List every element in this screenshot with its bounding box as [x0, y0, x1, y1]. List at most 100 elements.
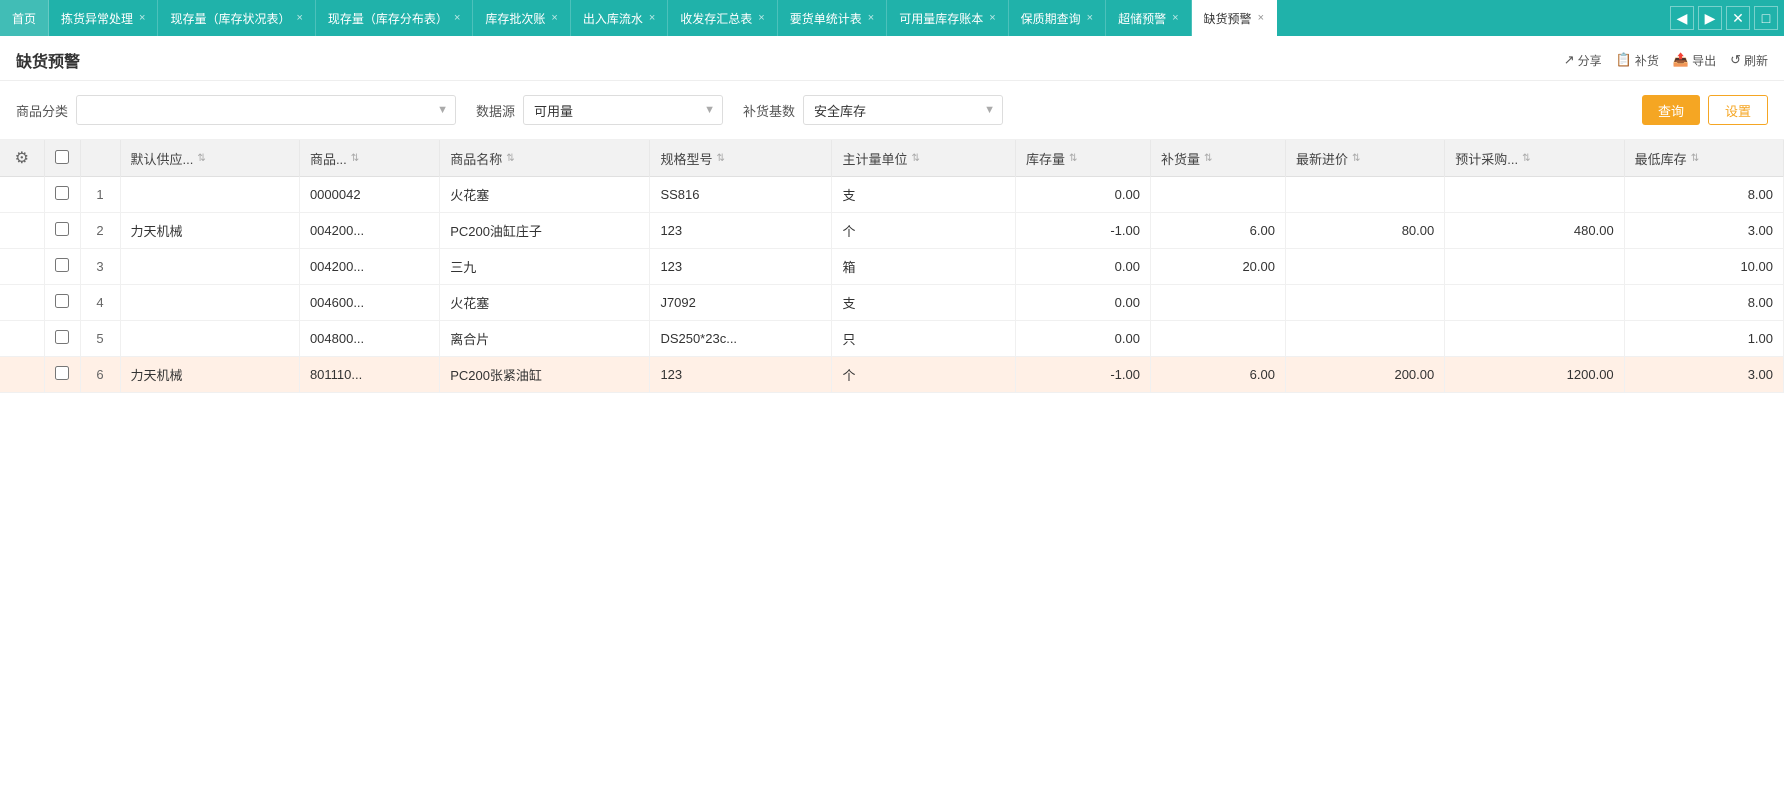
share-button[interactable]: ↗ 分享	[1564, 52, 1602, 69]
row-unit: 个	[832, 213, 1016, 249]
row-stock: -1.00	[1015, 357, 1150, 393]
row-supplier: 力天机械	[120, 213, 299, 249]
tab-home[interactable]: 首页	[0, 0, 49, 36]
row-checkbox-3[interactable]	[55, 294, 69, 308]
row-spec: J7092	[650, 285, 832, 321]
replenish-button[interactable]: 📋 补货	[1616, 52, 1659, 69]
row-replenish: 20.00	[1150, 249, 1285, 285]
filter-bar: 商品分类 ▼ 数据源 ▼ 补货基数 ▼ 查询 设置	[0, 81, 1784, 140]
tab-collect-summary[interactable]: 收发存汇总表 ×	[668, 0, 777, 36]
row-replenish	[1150, 285, 1285, 321]
col-est-purchase-label: 预计采购...	[1455, 149, 1518, 168]
row-latest-price: 200.00	[1285, 357, 1444, 393]
tab-expiry-query[interactable]: 保质期查询 ×	[1009, 0, 1106, 36]
tab-prev-button[interactable]: ◀	[1670, 6, 1694, 30]
tab-inventory-status[interactable]: 现存量（库存状况表） ×	[158, 0, 315, 36]
close-tab-inout-flow[interactable]: ×	[649, 12, 655, 24]
row-unit: 箱	[832, 249, 1016, 285]
close-tab-demand-stat[interactable]: ×	[868, 12, 874, 24]
row-number: 5	[80, 321, 120, 357]
product-code-sort-icon: ⇅	[351, 153, 359, 164]
row-checkbox-0[interactable]	[55, 186, 69, 200]
row-replenish	[1150, 321, 1285, 357]
row-replenish	[1150, 177, 1285, 213]
tab-exception[interactable]: 拣货异常处理 ×	[49, 0, 158, 36]
col-spec-label: 规格型号	[660, 149, 712, 168]
row-number: 3	[80, 249, 120, 285]
close-tab-available-ledger[interactable]: ×	[989, 12, 995, 24]
col-latest-price-header[interactable]: 最新进价 ⇅	[1285, 140, 1444, 177]
tab-batch-account[interactable]: 库存批次账 ×	[473, 0, 570, 36]
close-tab-overstock-warning[interactable]: ×	[1172, 12, 1178, 24]
close-tab-exception[interactable]: ×	[139, 12, 145, 24]
row-checkbox-1[interactable]	[55, 222, 69, 236]
row-checkbox-5[interactable]	[55, 366, 69, 380]
row-number: 2	[80, 213, 120, 249]
row-replenish: 6.00	[1150, 213, 1285, 249]
close-tab-batch-account[interactable]: ×	[551, 12, 557, 24]
tab-expand-button[interactable]: □	[1754, 6, 1778, 30]
stock-sort-icon: ⇅	[1069, 153, 1077, 164]
tab-close-button[interactable]: ✕	[1726, 6, 1750, 30]
product-name-sort-icon: ⇅	[506, 153, 514, 164]
row-latest-price	[1285, 321, 1444, 357]
row-product-name: 火花塞	[440, 285, 650, 321]
tab-overstock-warning[interactable]: 超储预警 ×	[1106, 0, 1191, 36]
table-gear-icon[interactable]: ⚙	[15, 148, 29, 168]
replenish-base-input[interactable]	[803, 95, 1003, 125]
row-latest-price	[1285, 285, 1444, 321]
tab-inventory-dist[interactable]: 现存量（库存分布表） ×	[316, 0, 473, 36]
tab-next-button[interactable]: ▶	[1698, 6, 1722, 30]
row-est-purchase	[1445, 321, 1624, 357]
col-gear: ⚙	[0, 140, 44, 177]
export-button[interactable]: 📤 导出	[1673, 52, 1716, 69]
col-replenish-header[interactable]: 补货量 ⇅	[1150, 140, 1285, 177]
tab-inout-flow[interactable]: 出入库流水 ×	[571, 0, 668, 36]
row-product-code: 0000042	[299, 177, 439, 213]
close-tab-collect-summary[interactable]: ×	[758, 12, 764, 24]
close-tab-shortage-warning[interactable]: ×	[1258, 12, 1264, 24]
tab-available-ledger[interactable]: 可用量库存账本 ×	[887, 0, 1008, 36]
row-min-stock: 10.00	[1624, 249, 1783, 285]
row-checkbox-4[interactable]	[55, 330, 69, 344]
row-min-stock: 3.00	[1624, 213, 1783, 249]
table-row: 4 004600... 火花塞 J7092 支 0.00 8.00	[0, 285, 1784, 321]
supplier-sort-icon: ⇅	[197, 153, 205, 164]
category-input[interactable]	[76, 95, 456, 125]
replenish-base-label: 补货基数	[743, 101, 795, 120]
row-spec: 123	[650, 249, 832, 285]
close-tab-inventory-dist[interactable]: ×	[454, 12, 460, 24]
row-product-name: PC200油缸庄子	[440, 213, 650, 249]
data-table: ⚙ 默认供应... ⇅ 商品...	[0, 140, 1784, 393]
tab-demand-stat[interactable]: 要货单统计表 ×	[778, 0, 887, 36]
row-min-stock: 3.00	[1624, 357, 1783, 393]
category-select-wrapper: ▼	[76, 95, 456, 125]
min-stock-sort-icon: ⇅	[1691, 153, 1699, 164]
close-tab-expiry-query[interactable]: ×	[1087, 12, 1093, 24]
col-unit-header[interactable]: 主计量单位 ⇅	[832, 140, 1016, 177]
refresh-button[interactable]: ↺ 刷新	[1730, 52, 1768, 69]
col-stock-header[interactable]: 库存量 ⇅	[1015, 140, 1150, 177]
tab-bar: 首页 拣货异常处理 × 现存量（库存状况表） × 现存量（库存分布表） × 库存…	[0, 0, 1784, 36]
row-number: 6	[80, 357, 120, 393]
col-spec-header[interactable]: 规格型号 ⇅	[650, 140, 832, 177]
col-supplier-header[interactable]: 默认供应... ⇅	[120, 140, 299, 177]
settings-button[interactable]: 设置	[1708, 95, 1768, 125]
close-tab-inventory-status[interactable]: ×	[296, 12, 302, 24]
row-checkbox-2[interactable]	[55, 258, 69, 272]
col-est-purchase-header[interactable]: 预计采购... ⇅	[1445, 140, 1624, 177]
col-product-name-header[interactable]: 商品名称 ⇅	[440, 140, 650, 177]
col-product-code-header[interactable]: 商品... ⇅	[299, 140, 439, 177]
row-product-code: 004200...	[299, 213, 439, 249]
select-all-checkbox[interactable]	[55, 150, 69, 164]
replenish-base-select-wrapper: ▼	[803, 95, 1003, 125]
row-checkbox-cell	[44, 357, 80, 393]
datasource-input[interactable]	[523, 95, 723, 125]
col-min-stock-label: 最低库存	[1635, 149, 1687, 168]
tab-shortage-warning[interactable]: 缺货预警 ×	[1192, 0, 1277, 36]
row-supplier	[120, 285, 299, 321]
query-button[interactable]: 查询	[1642, 95, 1700, 125]
row-checkbox-cell	[44, 213, 80, 249]
col-product-code-label: 商品...	[310, 149, 347, 168]
col-min-stock-header[interactable]: 最低库存 ⇅	[1624, 140, 1783, 177]
